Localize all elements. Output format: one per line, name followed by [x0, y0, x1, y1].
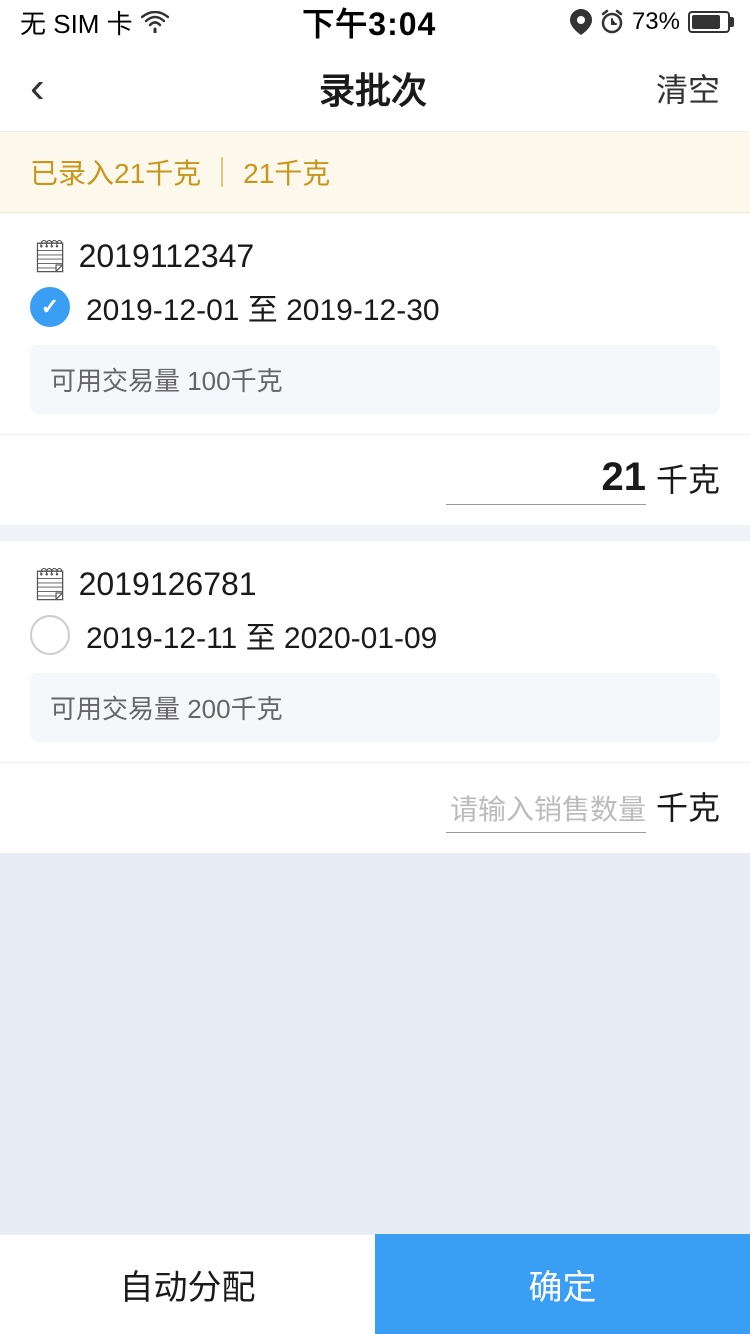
location-icon [570, 9, 592, 35]
info-divider [221, 157, 223, 187]
batch-doc-icon-2: 🗒 [30, 565, 71, 603]
qty-unit-1: 千克 [656, 455, 720, 505]
qty-underline-2[interactable]: 请输入销售数量 [446, 788, 646, 833]
batch-item-1: 🗒 2019112347 2019-12-01 至 2019-12-30 可用交… [0, 213, 750, 525]
batch-id-row-2: 🗒 2019126781 [30, 565, 720, 603]
qty-placeholder-2: 请输入销售数量 [450, 794, 646, 829]
avail-label-2: 可用交易量 200千克 [50, 694, 283, 724]
confirm-button[interactable]: 确定 [375, 1234, 750, 1334]
qty-row-1: 21 千克 [0, 434, 750, 525]
avail-label-1: 可用交易量 100千克 [50, 366, 283, 396]
auto-distribute-button[interactable]: 自动分配 [0, 1234, 375, 1334]
status-left: 无 SIM 卡 [20, 4, 169, 41]
status-bar: 无 SIM 卡 下午3:04 73% [0, 0, 750, 44]
qty-input-area-2: 请输入销售数量 千克 [446, 783, 720, 833]
avail-box-2: 可用交易量 200千克 [30, 673, 720, 742]
battery-percent: 73% [632, 8, 680, 36]
batch-date-2: 2019-12-11 至 2020-01-09 [86, 613, 437, 657]
page-title: 录批次 [319, 62, 427, 114]
bottom-bar: 自动分配 确定 [0, 1234, 750, 1334]
qty-unit-2: 千克 [656, 783, 720, 833]
batch-id-row-1: 🗒 2019112347 [30, 237, 720, 275]
info-bar: 已录入21千克 21千克 [0, 132, 750, 213]
wifi-icon [141, 11, 169, 33]
avail-box-1: 可用交易量 100千克 [30, 345, 720, 414]
content-area: 🗒 2019112347 2019-12-01 至 2019-12-30 可用交… [0, 213, 750, 1334]
alarm-icon [600, 9, 624, 35]
qty-input-area-1: 21 千克 [446, 455, 720, 505]
status-time: 下午3:04 [302, 0, 436, 45]
back-button[interactable]: ‹ [30, 63, 90, 113]
qty-underline-1[interactable]: 21 [446, 455, 646, 505]
batch-date-1: 2019-12-01 至 2019-12-30 [86, 285, 440, 329]
section-gap [0, 525, 750, 541]
qty-value-1: 21 [601, 455, 646, 499]
batch-date-row-1[interactable]: 2019-12-01 至 2019-12-30 [30, 285, 720, 329]
batch-date-row-2[interactable]: 2019-12-11 至 2020-01-09 [30, 613, 720, 657]
batch-id-2: 2019126781 [79, 566, 257, 603]
qty-row-2: 请输入销售数量 千克 [0, 762, 750, 853]
clear-button[interactable]: 清空 [656, 65, 720, 111]
batch-doc-icon-1: 🗒 [30, 237, 71, 275]
radio-2[interactable] [30, 615, 70, 655]
status-right: 73% [570, 8, 730, 36]
radio-1[interactable] [30, 287, 70, 327]
battery-icon [688, 11, 730, 33]
batch-item-2: 🗒 2019126781 2019-12-11 至 2020-01-09 可用交… [0, 541, 750, 853]
batch-id-1: 2019112347 [79, 238, 255, 275]
recorded-value: 21千克 [243, 152, 330, 192]
recorded-label: 已录入21千克 [30, 152, 201, 192]
sim-text: 无 SIM 卡 [20, 4, 133, 41]
nav-bar: ‹ 录批次 清空 [0, 44, 750, 132]
